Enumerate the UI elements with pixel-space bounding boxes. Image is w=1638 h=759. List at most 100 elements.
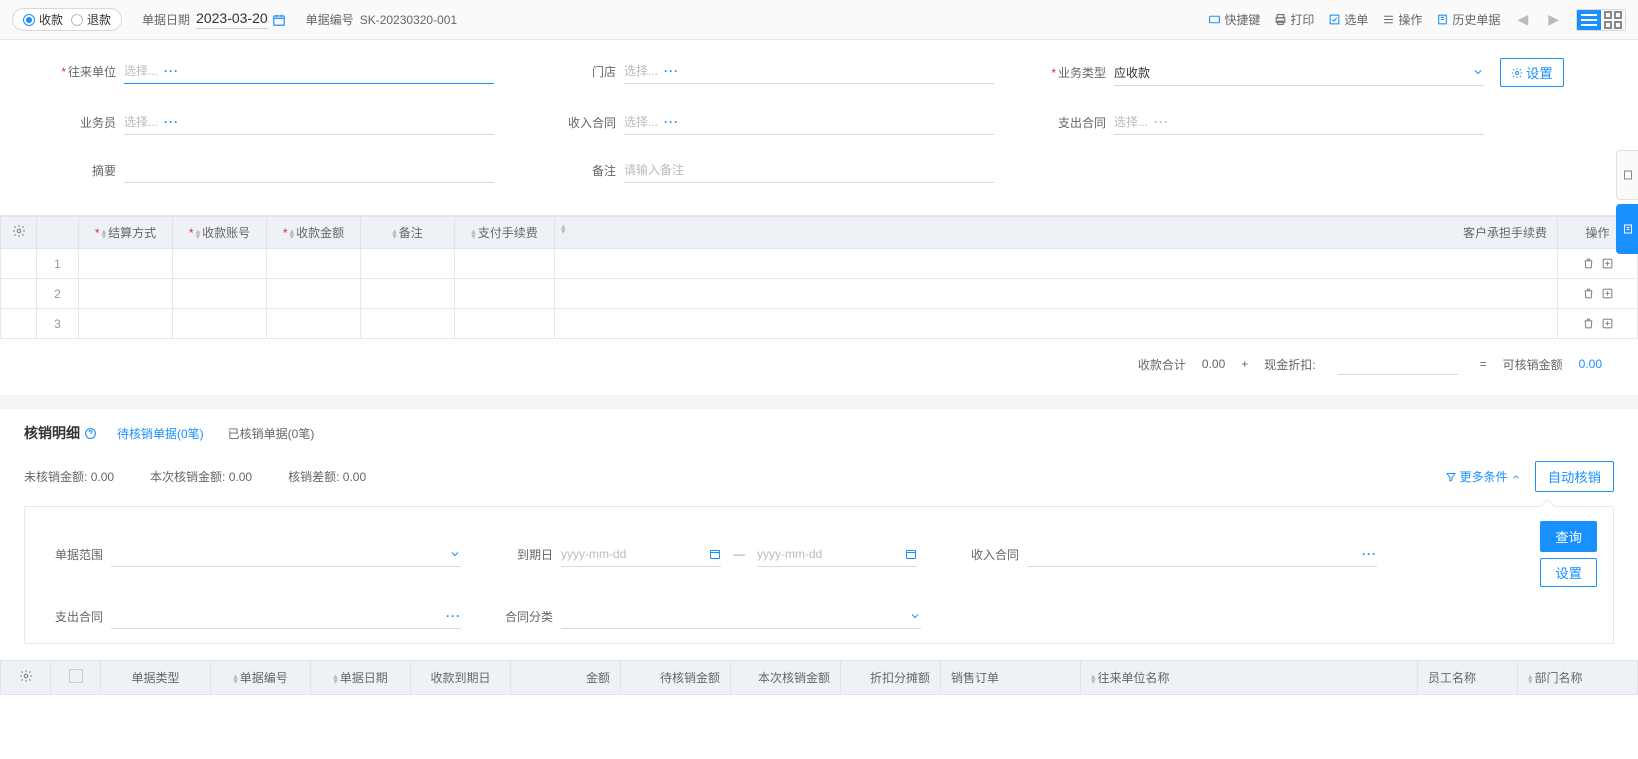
income-contract-label: 收入合同 (947, 546, 1027, 563)
writeoff-title: 核销明细 (24, 423, 80, 443)
remark-label: 备注 (524, 162, 624, 179)
view-grid-icon[interactable] (1601, 10, 1625, 30)
filter-settings-button[interactable]: 设置 (1540, 558, 1597, 587)
equals: = (1480, 357, 1487, 371)
chevron-down-icon[interactable] (1472, 66, 1484, 78)
tab-pending[interactable]: 待核销单据(0笔) (117, 425, 204, 442)
col-type[interactable]: 单据类型 (101, 661, 211, 695)
summary-bar: 收款合计 0.00 + 现金折扣: = 可核销金额 0.00 (0, 339, 1638, 395)
col-customer-fee[interactable]: ▴▾客户承担手续费 (555, 217, 1558, 249)
history-button[interactable]: 历史单据 (1436, 11, 1500, 28)
print-button[interactable]: 打印 (1274, 11, 1314, 28)
col-emp[interactable]: 员工名称 (1418, 661, 1518, 695)
income-contract-label: 收入合同 (524, 114, 624, 131)
summary-input[interactable] (124, 157, 494, 183)
col-amount[interactable]: 金额 (511, 661, 621, 695)
radio-refund[interactable]: 退款 (71, 11, 111, 28)
prev-arrow-icon[interactable]: ◀ (1514, 11, 1531, 28)
remark-input[interactable]: 请输入备注 (624, 157, 994, 183)
col-due[interactable]: 收款到期日 (411, 661, 511, 695)
date-separator: — (733, 547, 745, 561)
expense-contract-filter[interactable]: ··· (111, 603, 461, 629)
discount-input[interactable] (1338, 353, 1458, 375)
writeoff-amount-value: 0.00 (1579, 357, 1602, 371)
col-sales[interactable]: 销售订单 (941, 661, 1081, 695)
date-value[interactable]: 2023-03-20 (196, 10, 268, 29)
partner-input[interactable]: 选择...··· (124, 58, 494, 84)
table-row[interactable]: 1 (1, 249, 1638, 279)
filter-panel: 单据范围 到期日 yyyy-mm-dd — yyyy-mm-dd 收入合同 ··… (24, 506, 1614, 644)
delete-icon[interactable] (1582, 317, 1595, 330)
col-checkbox[interactable] (51, 661, 101, 695)
receipt-refund-toggle[interactable]: 收款 退款 (12, 8, 122, 31)
number-value: SK-20230320-001 (360, 13, 457, 27)
delete-icon[interactable] (1582, 257, 1595, 270)
col-index (37, 217, 79, 249)
col-partner[interactable]: ▴▾往来单位名称 (1081, 661, 1418, 695)
chevron-down-icon[interactable] (909, 610, 921, 622)
more-icon[interactable]: ··· (446, 609, 461, 623)
more-icon[interactable]: ··· (664, 115, 679, 129)
add-icon[interactable] (1601, 287, 1614, 300)
col-number[interactable]: ▴▾单据编号 (211, 661, 311, 695)
chevron-down-icon[interactable] (449, 548, 461, 560)
operate-button[interactable]: 操作 (1382, 11, 1422, 28)
auto-writeoff-button[interactable]: 自动核销 (1535, 461, 1614, 492)
income-contract-input[interactable]: 选择...··· (624, 109, 994, 135)
calendar-icon[interactable] (905, 548, 917, 560)
more-icon[interactable]: ··· (1154, 115, 1169, 129)
view-list-icon[interactable] (1577, 10, 1601, 30)
more-icon[interactable]: ··· (164, 64, 179, 78)
grid-gear-icon[interactable] (1, 217, 37, 249)
col-account[interactable]: ▴▾收款账号 (173, 217, 267, 249)
biz-type-input[interactable]: 应收款 (1114, 60, 1484, 86)
help-icon[interactable] (84, 427, 97, 440)
add-icon[interactable] (1601, 257, 1614, 270)
col-discount[interactable]: 折扣分摊额 (841, 661, 941, 695)
contract-type-filter[interactable] (561, 603, 921, 629)
col-date[interactable]: ▴▾单据日期 (311, 661, 411, 695)
col-remark[interactable]: ▴▾备注 (361, 217, 455, 249)
col-dept[interactable]: ▴▾部门名称 (1518, 661, 1638, 695)
contract-type-label: 合同分类 (491, 608, 561, 625)
due-to-input[interactable]: yyyy-mm-dd (757, 541, 917, 567)
col-this[interactable]: 本次核销金额 (731, 661, 841, 695)
grid2-gear-icon[interactable] (1, 661, 51, 695)
query-button[interactable]: 查询 (1540, 521, 1597, 552)
more-conditions-button[interactable]: 更多条件 (1445, 468, 1521, 485)
more-icon[interactable]: ··· (1362, 547, 1377, 561)
writeoff-stats: 未核销金额: 0.00 本次核销金额: 0.00 核销差额: 0.00 更多条件… (0, 453, 1638, 506)
expense-contract-label: 支出合同 (1014, 114, 1114, 131)
chevron-up-icon (1511, 472, 1521, 482)
col-pending[interactable]: 待核销金额 (621, 661, 731, 695)
date-label: 单据日期 (142, 11, 190, 28)
salesman-input[interactable]: 选择...··· (124, 109, 494, 135)
more-icon[interactable]: ··· (664, 64, 679, 78)
expense-contract-label: 支出合同 (41, 608, 111, 625)
side-tab-1[interactable] (1616, 150, 1638, 200)
income-contract-filter[interactable]: ··· (1027, 541, 1377, 567)
tab-done[interactable]: 已核销单据(0笔) (228, 425, 315, 442)
range-input[interactable] (111, 541, 461, 567)
col-amount[interactable]: ▴▾收款金额 (267, 217, 361, 249)
add-icon[interactable] (1601, 317, 1614, 330)
radio-receipt[interactable]: 收款 (23, 11, 63, 28)
side-tab-2[interactable] (1616, 204, 1638, 254)
due-from-input[interactable]: yyyy-mm-dd (561, 541, 721, 567)
calendar-icon[interactable] (272, 13, 286, 27)
payment-grid: ▴▾结算方式 ▴▾收款账号 ▴▾收款金额 ▴▾备注 ▴▾支付手续费 ▴▾客户承担… (0, 215, 1638, 339)
select-bill-button[interactable]: 选单 (1328, 11, 1368, 28)
table-row[interactable]: 2 (1, 279, 1638, 309)
calendar-icon[interactable] (709, 548, 721, 560)
col-settle[interactable]: ▴▾结算方式 (79, 217, 173, 249)
range-label: 单据范围 (41, 546, 111, 563)
shortcut-button[interactable]: 快捷键 (1208, 11, 1260, 28)
delete-icon[interactable] (1582, 287, 1595, 300)
form-settings-button[interactable]: 设置 (1500, 58, 1564, 87)
next-arrow-icon[interactable]: ▶ (1545, 11, 1562, 28)
expense-contract-input[interactable]: 选择...··· (1114, 109, 1484, 135)
more-icon[interactable]: ··· (164, 115, 179, 129)
table-row[interactable]: 3 (1, 309, 1638, 339)
store-input[interactable]: 选择...··· (624, 58, 994, 84)
col-fee[interactable]: ▴▾支付手续费 (455, 217, 555, 249)
